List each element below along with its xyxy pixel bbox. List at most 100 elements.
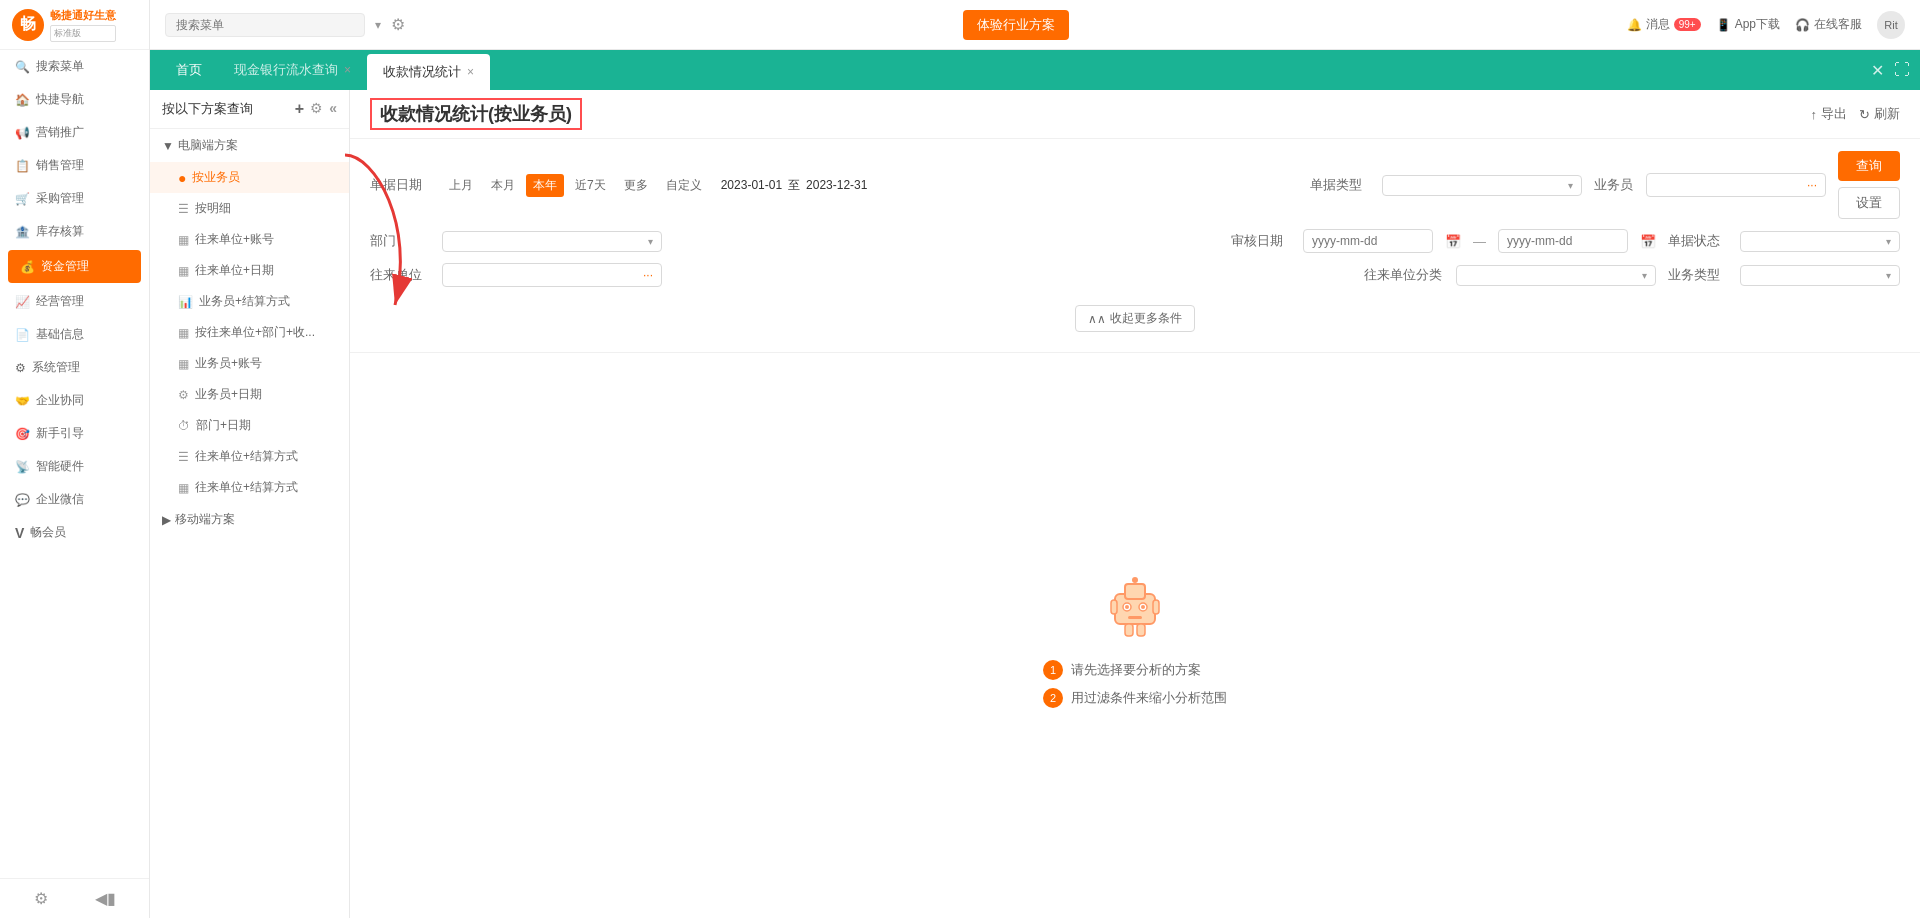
filter-row-dept: 部门 ▾ 审核日期 📅 — 📅 单据状态 [370,229,1900,253]
scheme-item-dept-date[interactable]: ⏱ 部门+日期 [150,410,349,441]
partner-select[interactable]: ··· [442,263,662,287]
collapse-sidebar-icon[interactable]: ◀▮ [95,889,116,908]
sales-icon: 📋 [15,159,30,173]
sidebar-item-hardware[interactable]: 📡 智能硬件 [0,450,149,483]
dept-select[interactable]: ▾ [442,231,662,252]
query-button[interactable]: 查询 [1838,151,1900,181]
svg-rect-8 [1111,600,1117,614]
date-btn-custom[interactable]: 自定义 [659,174,709,197]
scheme-group-desktop-title[interactable]: ▼ 电脑端方案 [150,129,349,162]
salesperson-more-icon[interactable]: ··· [1807,178,1817,192]
gear-icon[interactable]: ⚙ [391,15,405,34]
salesperson-select[interactable]: ··· [1646,173,1826,197]
partner-dept-icon: ▦ [178,326,189,340]
user-avatar[interactable]: Rit [1877,11,1905,39]
scheme-item-salesperson-settle[interactable]: 📊 业务员+结算方式 [150,286,349,317]
sidebar-item-marketing[interactable]: 📢 营销推广 [0,116,149,149]
trial-button[interactable]: 体验行业方案 [963,10,1069,40]
main-content: ▾ ⚙ 体验行业方案 🔔 消息 99+ 📱 App下载 🎧 在线客服 [150,0,1920,918]
settings-footer-icon[interactable]: ⚙ [34,889,48,908]
tab-collection[interactable]: 收款情况统计 × [367,54,490,90]
messages-btn[interactable]: 🔔 消息 99+ [1627,16,1701,33]
filter-footer: ∧∧ 收起更多条件 [370,297,1900,340]
maximize-icon[interactable]: ⛶ [1894,61,1910,79]
logo-text: 畅捷通好生意 标准版 [50,8,116,42]
scheme-settings-icon[interactable]: ⚙ [310,100,323,118]
tab-bar: 首页 现金银行流水查询 × 收款情况统计 × ✕ ⛶ [150,50,1920,90]
date-btn-last-month[interactable]: 上月 [442,174,480,197]
date-btn-more[interactable]: 更多 [617,174,655,197]
online-service-btn[interactable]: 🎧 在线客服 [1795,16,1862,33]
svg-rect-9 [1153,600,1159,614]
sidebar-item-quicknav[interactable]: 🏠 快捷导航 [0,83,149,116]
scheme-item-partner-settle2[interactable]: ▦ 往来单位+结算方式 [150,472,349,503]
empty-content: 1 请先选择要分析的方案 2 用过滤条件来缩小分析范围 [1043,564,1227,708]
tab-close-collection[interactable]: × [467,65,474,79]
topbar-actions: 🔔 消息 99+ 📱 App下载 🎧 在线客服 Rit [1627,11,1905,39]
right-content: 收款情况统计(按业务员) ↑ 导出 ↻ 刷新 [350,90,1920,918]
app-download-btn[interactable]: 📱 App下载 [1716,16,1780,33]
collapse-filter-btn[interactable]: ∧∧ 收起更多条件 [1075,305,1195,332]
calendar-to-icon[interactable]: 📅 [1640,234,1656,249]
tab-home[interactable]: 首页 [160,50,218,90]
close-window-icon[interactable]: ✕ [1871,61,1884,80]
review-date-from[interactable] [1303,229,1433,253]
action-buttons: 查询 设置 [1838,151,1900,219]
logo-area: 畅 畅捷通好生意 标准版 [0,0,149,50]
scheme-group-desktop: ▼ 电脑端方案 ● 按业务员 ☰ 按明细 ▦ 往来单位+账号 [150,129,349,503]
tab-bar-right: ✕ ⛶ [1871,61,1910,80]
sidebar-item-inventory[interactable]: 🏦 库存核算 [0,215,149,248]
sidebar-item-system[interactable]: ⚙ 系统管理 [0,351,149,384]
scheme-item-salesperson[interactable]: ● 按业务员 [150,162,349,193]
partner-category-select[interactable]: ▾ [1456,265,1656,286]
review-date-to[interactable] [1498,229,1628,253]
business-type-select[interactable]: ▾ [1740,265,1900,286]
home-icon: 🏠 [15,93,30,107]
sidebar-item-basic[interactable]: 📄 基础信息 [0,318,149,351]
scheme-item-salesperson-date[interactable]: ⚙ 业务员+日期 [150,379,349,410]
scheme-item-partner-dept[interactable]: ▦ 按往来单位+部门+收... [150,317,349,348]
user-label: Rit [1884,19,1897,31]
download-icon: 📱 [1716,18,1731,32]
sidebar-item-guide[interactable]: 🎯 新手引导 [0,417,149,450]
scheme-item-partner-date[interactable]: ▦ 往来单位+日期 [150,255,349,286]
scheme-item-partner-account[interactable]: ▦ 往来单位+账号 [150,224,349,255]
inventory-icon: 🏦 [15,225,30,239]
sidebar-item-wechat[interactable]: 💬 企业微信 [0,483,149,516]
date-btn-7days[interactable]: 近7天 [568,174,613,197]
svg-point-5 [1125,605,1129,609]
scheme-item-salesperson-account[interactable]: ▦ 业务员+账号 [150,348,349,379]
svg-rect-7 [1128,616,1142,619]
sidebar-item-enterprise[interactable]: 🤝 企业协同 [0,384,149,417]
refresh-btn[interactable]: ↻ 刷新 [1859,105,1900,123]
date-btn-this-month[interactable]: 本月 [484,174,522,197]
panel-header-icons: + ⚙ « [295,100,337,118]
sidebar-item-sales[interactable]: 📋 销售管理 [0,149,149,182]
sidebar-item-search[interactable]: 🔍 搜索菜单 [0,50,149,83]
search-input[interactable] [165,13,365,37]
calendar-from-icon[interactable]: 📅 [1445,234,1461,249]
add-scheme-icon[interactable]: + [295,100,304,118]
sidebar-item-operation[interactable]: 📈 经营管理 [0,285,149,318]
enterprise-icon: 🤝 [15,394,30,408]
sidebar-item-member[interactable]: V 畅会员 [0,516,149,549]
partner-more-icon[interactable]: ··· [643,268,653,282]
scheme-item-detail[interactable]: ☰ 按明细 [150,193,349,224]
sidebar-item-purchase[interactable]: 🛒 采购管理 [0,182,149,215]
filter-area: 单据日期 上月 本月 本年 近7天 更多 自定义 2023-01-01 至 [350,139,1920,353]
empty-area: 1 请先选择要分析的方案 2 用过滤条件来缩小分析范围 [350,353,1920,918]
collapse-panel-icon[interactable]: « [329,100,337,118]
export-btn[interactable]: ↑ 导出 [1811,105,1848,123]
tab-close-bank[interactable]: × [344,63,351,77]
sidebar-item-finance[interactable]: 💰 资金管理 [8,250,141,283]
tab-bank-flow[interactable]: 现金银行流水查询 × [218,50,367,90]
doc-type-select[interactable]: ▾ [1382,175,1582,196]
doc-status-select[interactable]: ▾ [1740,231,1900,252]
dropdown-icon[interactable]: ▾ [375,18,381,32]
date-label: 单据日期 [370,176,430,194]
page-actions: ↑ 导出 ↻ 刷新 [1811,105,1901,123]
settings-button[interactable]: 设置 [1838,187,1900,219]
date-btn-this-year[interactable]: 本年 [526,174,564,197]
scheme-item-partner-settle1[interactable]: ☰ 往来单位+结算方式 [150,441,349,472]
scheme-group-mobile-title[interactable]: ▶ 移动端方案 [150,503,349,536]
